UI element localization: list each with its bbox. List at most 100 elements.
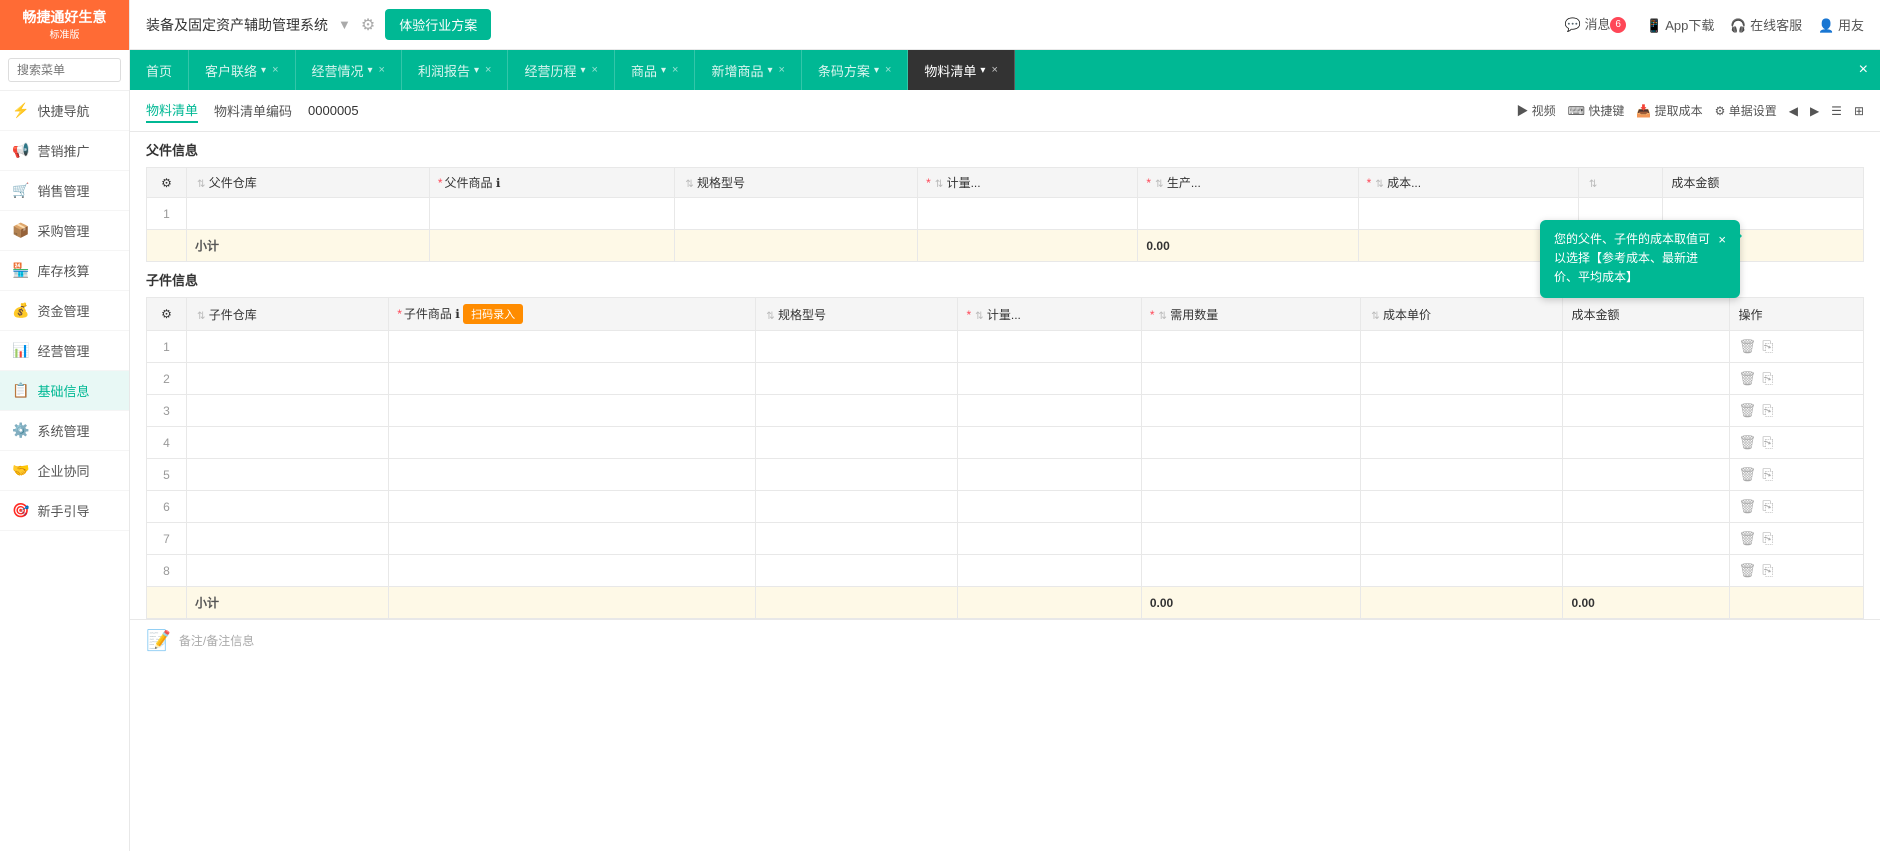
sub-tab-bom-code[interactable]: 物料清单编码 [214,99,292,122]
child-warehouse-cell[interactable] [187,523,389,555]
sidebar-item-guide[interactable]: 🎯 新手引导 [0,491,129,531]
child-product-cell[interactable] [389,459,756,491]
copy-row-button[interactable]: ⎘ [1762,498,1773,515]
child-amount-cell[interactable] [1563,395,1730,427]
delete-row-button[interactable]: 🗑 [1738,402,1756,419]
child-warehouse-cell[interactable] [187,331,389,363]
parent-unit-cell[interactable] [918,198,1138,230]
user-avatar[interactable]: 👤 用友 [1818,15,1864,34]
child-amount-cell[interactable] [1563,555,1730,587]
child-qty-cell[interactable] [1141,395,1360,427]
layout-icon[interactable]: ☰ [1831,104,1842,118]
child-qty-cell[interactable] [1141,459,1360,491]
nav-tab-new-product[interactable]: 新增商品▾× [695,50,801,90]
child-qty-cell[interactable] [1141,331,1360,363]
child-spec-cell[interactable] [756,555,958,587]
child-amount-cell[interactable] [1563,459,1730,491]
nav-tab-barcode[interactable]: 条码方案▾× [802,50,908,90]
close-all-tabs-button[interactable]: × [1847,61,1880,79]
delete-row-button[interactable]: 🗑 [1738,338,1756,355]
delete-row-button[interactable]: 🗑 [1738,434,1756,451]
shortcut-button[interactable]: ⌨ 快捷键 [1568,102,1625,119]
child-spec-cell[interactable] [756,459,958,491]
child-unit-cell[interactable] [958,363,1141,395]
copy-row-button[interactable]: ⎘ [1762,370,1773,387]
child-warehouse-cell[interactable] [187,363,389,395]
copy-row-button[interactable]: ⎘ [1762,434,1773,451]
nav-prev-button[interactable]: ◀ [1789,104,1798,118]
sidebar-item-system[interactable]: ⚙️ 系统管理 [0,411,129,451]
child-qty-cell[interactable] [1141,363,1360,395]
child-warehouse-cell[interactable] [187,427,389,459]
child-product-cell[interactable] [389,491,756,523]
child-unit-cell[interactable] [958,523,1141,555]
delete-row-button[interactable]: 🗑 [1738,466,1756,483]
delete-row-button[interactable]: 🗑 [1738,562,1756,579]
child-warehouse-cell[interactable] [187,459,389,491]
delete-row-button[interactable]: 🗑 [1738,370,1756,387]
delete-row-button[interactable]: 🗑 [1738,498,1756,515]
child-unit-price-cell[interactable] [1361,331,1563,363]
sidebar-item-operation[interactable]: 📊 经营管理 [0,331,129,371]
sidebar-item-inventory[interactable]: 🏪 库存核算 [0,251,129,291]
nav-tab-product[interactable]: 商品▾× [615,50,695,90]
child-warehouse-cell[interactable] [187,491,389,523]
nav-tab-bom[interactable]: 物料清单▾× [908,50,1014,90]
sidebar-item-enterprise[interactable]: 🤝 企业协同 [0,451,129,491]
parent-production-cell[interactable] [1138,198,1358,230]
child-warehouse-cell[interactable] [187,395,389,427]
child-qty-cell[interactable] [1141,491,1360,523]
nav-tab-customer[interactable]: 客户联络▾× [189,50,295,90]
scan-button[interactable]: 扫码录入 [463,304,523,324]
sidebar-item-quick-nav[interactable]: ⚡ 快捷导航 [0,91,129,131]
child-product-cell[interactable] [389,331,756,363]
sidebar-item-sales[interactable]: 🛒 销售管理 [0,171,129,211]
parent-warehouse-cell[interactable] [187,198,430,230]
child-amount-cell[interactable] [1563,523,1730,555]
nav-tab-history[interactable]: 经营历程▾× [508,50,614,90]
nav-tab-home[interactable]: 首页 [130,50,189,90]
child-product-cell[interactable] [389,395,756,427]
child-unit-price-cell[interactable] [1361,555,1563,587]
sidebar-item-marketing[interactable]: 📢 营销推广 [0,131,129,171]
child-unit-price-cell[interactable] [1361,363,1563,395]
copy-row-button[interactable]: ⎘ [1762,530,1773,547]
child-spec-cell[interactable] [756,363,958,395]
copy-row-button[interactable]: ⎘ [1762,338,1773,355]
child-unit-price-cell[interactable] [1361,523,1563,555]
sidebar-item-finance[interactable]: 💰 资金管理 [0,291,129,331]
nav-tab-profit[interactable]: 利润报告▾× [402,50,508,90]
child-unit-price-cell[interactable] [1361,427,1563,459]
parent-product-cell[interactable] [429,198,674,230]
child-qty-cell[interactable] [1141,555,1360,587]
dropdown-arrow-icon[interactable]: ▼ [338,17,351,32]
child-warehouse-cell[interactable] [187,555,389,587]
child-product-cell[interactable] [389,363,756,395]
child-spec-cell[interactable] [756,395,958,427]
child-amount-cell[interactable] [1563,427,1730,459]
child-qty-cell[interactable] [1141,523,1360,555]
copy-row-button[interactable]: ⎘ [1762,466,1773,483]
child-amount-cell[interactable] [1563,331,1730,363]
nav-tab-operation[interactable]: 经营情况▾× [296,50,402,90]
sidebar-item-purchase[interactable]: 📦 采购管理 [0,211,129,251]
nav-next-button[interactable]: ▶ [1810,104,1819,118]
child-unit-cell[interactable] [958,427,1141,459]
sidebar-item-basic[interactable]: 📋 基础信息 [0,371,129,411]
child-unit-price-cell[interactable] [1361,459,1563,491]
child-unit-cell[interactable] [958,395,1141,427]
child-spec-cell[interactable] [756,427,958,459]
child-unit-price-cell[interactable] [1361,491,1563,523]
child-spec-cell[interactable] [756,491,958,523]
child-product-cell[interactable] [389,523,756,555]
app-download-button[interactable]: 📱 App下载 [1646,15,1714,34]
video-button[interactable]: ▶ 视频 [1516,102,1555,119]
search-input[interactable] [8,58,121,82]
settings-icon[interactable]: ⚙ [361,15,375,35]
copy-row-button[interactable]: ⎘ [1762,562,1773,579]
child-qty-cell[interactable] [1141,427,1360,459]
child-amount-cell[interactable] [1563,491,1730,523]
delete-row-button[interactable]: 🗑 [1738,530,1756,547]
child-settings-col[interactable]: ⚙ [147,298,187,331]
online-service-button[interactable]: 🎧 在线客服 [1730,15,1802,34]
